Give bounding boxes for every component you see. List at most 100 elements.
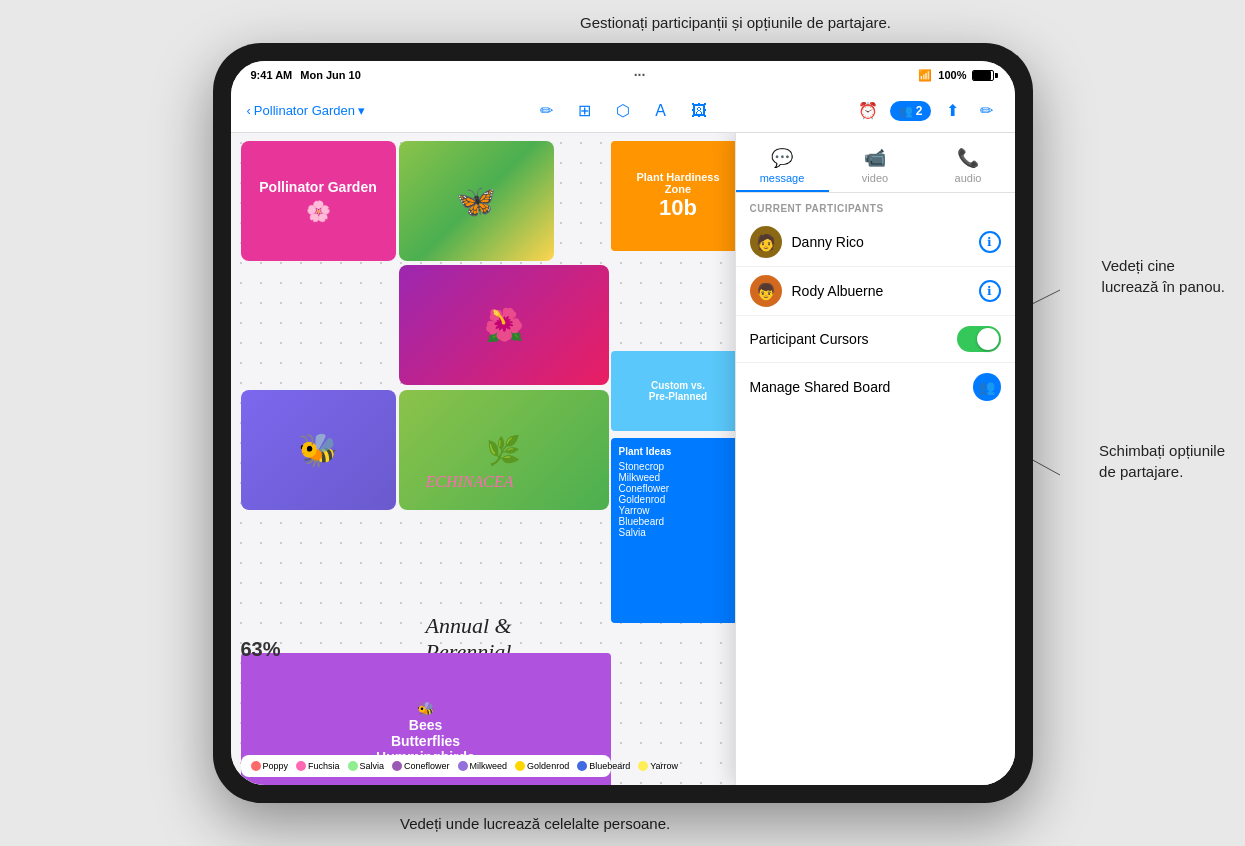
legend-item-8: Yarrow — [638, 761, 678, 771]
sticky-blue-item-7: Salvia — [619, 527, 738, 538]
sticky-custom-vs: Custom vs.Pre-Planned — [611, 351, 746, 431]
back-label: Pollinator Garden — [254, 103, 355, 118]
video-icon: 📹 — [864, 147, 886, 169]
history-button[interactable]: ⏰ — [856, 99, 880, 123]
legend-label-coneflower: Coneflower — [404, 761, 450, 771]
ipad-frame: 9:41 AM Mon Jun 10 ··· 📶 100% ‹ P — [213, 43, 1033, 803]
shape-tool-button[interactable]: ⬡ — [611, 99, 635, 123]
annotation-right-top: Vedeți cinelucrează în panou. — [1102, 255, 1225, 297]
tab-video[interactable]: 📹 video — [829, 141, 922, 192]
manage-label: Manage Shared Board — [750, 379, 973, 395]
draw-tool-button[interactable]: ✏ — [535, 99, 559, 123]
annotation-bottom: Vedeți unde lucrează celelalte persoane. — [400, 813, 670, 834]
back-chevron-icon: ‹ — [247, 103, 251, 118]
toolbar: ‹ Pollinator Garden ▾ ✏ ⊞ ⬡ A 🖼 ⏰ 👥 — [231, 89, 1015, 133]
participant-info-danny[interactable]: ℹ — [979, 231, 1001, 253]
dropdown-arrow-icon: ▾ — [358, 103, 365, 118]
tab-audio[interactable]: 📞 audio — [922, 141, 1015, 192]
legend-item-1: Poppy — [251, 761, 289, 771]
legend-item-5: Milkweed — [458, 761, 508, 771]
back-button[interactable]: ‹ Pollinator Garden ▾ — [247, 103, 366, 118]
legend-label-bluebeard: Bluebeard — [589, 761, 630, 771]
status-date: Mon Jun 10 — [300, 69, 361, 81]
participant-cursors-toggle[interactable] — [957, 326, 1001, 352]
text-tool-button[interactable]: A — [649, 99, 673, 123]
participants-icon: 👥 — [898, 104, 913, 118]
legend-dot-goldenrod — [515, 761, 525, 771]
sticky-blue-item-5: Yarrow — [619, 505, 738, 516]
sticky-blue-item-6: Bluebeard — [619, 516, 738, 527]
tab-video-label: video — [862, 172, 888, 184]
handwriting-echinacea: ECHINACEA — [426, 473, 514, 491]
sticky-blue-title: Plant Ideas — [619, 446, 738, 457]
status-dots: ··· — [634, 67, 646, 83]
legend-label-yarrow: Yarrow — [650, 761, 678, 771]
main-content: Pollinator Garden 🌸 🦋 🐝 🌺 — [231, 133, 1015, 785]
legend-dot-fuchsia — [296, 761, 306, 771]
popup-panel: 💬 message 📹 video 📞 audio CUR — [735, 133, 1015, 785]
grid-tool-button[interactable]: ⊞ — [573, 99, 597, 123]
participants-count: 2 — [916, 104, 923, 118]
legend-dot-milkweed — [458, 761, 468, 771]
flowers-photo: 🌺 — [399, 265, 609, 385]
battery-percent: 100% — [938, 69, 966, 81]
legend-dot-yarrow — [638, 761, 648, 771]
share-button[interactable]: ⬆ — [941, 99, 965, 123]
herbs-icon: 🌿 — [486, 434, 521, 467]
legend-dot-salvia — [348, 761, 358, 771]
toggle-label: Participant Cursors — [750, 331, 957, 347]
legend-item-6: Goldenrod — [515, 761, 569, 771]
progress-value: 63% — [241, 638, 281, 660]
flowers-icon: 🌺 — [484, 306, 524, 344]
progress-badge: 63% — [241, 638, 281, 661]
legend-dot-coneflower — [392, 761, 402, 771]
toggle-row: Participant Cursors — [736, 316, 1015, 363]
manage-icon[interactable]: 👥 — [973, 373, 1001, 401]
tab-message-label: message — [760, 172, 805, 184]
ipad-screen: 9:41 AM Mon Jun 10 ··· 📶 100% ‹ P — [231, 61, 1015, 785]
sticky-line1: Plant Hardiness — [636, 171, 719, 183]
legend-label-salvia: Salvia — [360, 761, 385, 771]
sticky-blue-item-1: Stonecrop — [619, 461, 738, 472]
sticky-teal-text: Custom vs.Pre-Planned — [649, 380, 707, 402]
sticky-blue-item-2: Milkweed — [619, 472, 738, 483]
annotation-top: Gestionați participanții și opțiunile de… — [580, 12, 891, 33]
title-card-text: Pollinator Garden — [259, 179, 376, 195]
avatar-rody: 👦 — [750, 275, 782, 307]
legend-dot-bluebeard — [577, 761, 587, 771]
herbs-photo: 🌿 — [399, 390, 609, 510]
legend-item-2: Fuchsia — [296, 761, 340, 771]
participants-button[interactable]: 👥 2 — [890, 101, 931, 121]
sticky-blue-item-3: Coneflower — [619, 483, 738, 494]
legend-item-7: Bluebeard — [577, 761, 630, 771]
legend-label-fuchsia: Fuchsia — [308, 761, 340, 771]
sticky-line2: Zone — [665, 183, 691, 195]
participant-info-rody[interactable]: ℹ — [979, 280, 1001, 302]
image-tool-button[interactable]: 🖼 — [687, 99, 711, 123]
edit-button[interactable]: ✏ — [975, 99, 999, 123]
legend-item-4: Coneflower — [392, 761, 450, 771]
tab-message[interactable]: 💬 message — [736, 141, 829, 192]
message-icon: 💬 — [771, 147, 793, 169]
legend-label-goldenrod: Goldenrod — [527, 761, 569, 771]
toggle-knob — [977, 328, 999, 350]
status-time: 9:41 AM — [251, 69, 293, 81]
title-card-bee-icon: 🌸 — [306, 199, 331, 223]
sticky-plant-hardiness: Plant Hardiness Zone 10b — [611, 141, 746, 251]
manage-row[interactable]: Manage Shared Board 👥 — [736, 363, 1015, 411]
scene: Gestionați participanții și opțiunile de… — [0, 0, 1245, 846]
annotation-right-bottom: Schimbați opțiunilede partajare. — [1099, 440, 1225, 482]
phone-icon: 📞 — [957, 147, 979, 169]
butterfly-photo: 🦋 — [399, 141, 554, 261]
legend-row: Poppy Fuchsia Salvia Coneflower — [241, 755, 611, 777]
avatar-danny: 🧑 — [750, 226, 782, 258]
butterfly-icon: 🦋 — [456, 182, 496, 220]
sticky-plant-ideas: Plant Ideas Stonecrop Milkweed Coneflowe… — [611, 438, 746, 623]
participant-name-danny: Danny Rico — [792, 234, 969, 250]
sticky-line3: 10b — [659, 195, 697, 221]
legend-item-3: Salvia — [348, 761, 385, 771]
legend-label-poppy: Poppy — [263, 761, 289, 771]
status-bar: 9:41 AM Mon Jun 10 ··· 📶 100% — [231, 61, 1015, 89]
popup-tabs: 💬 message 📹 video 📞 audio — [736, 133, 1015, 193]
tab-audio-label: audio — [955, 172, 982, 184]
